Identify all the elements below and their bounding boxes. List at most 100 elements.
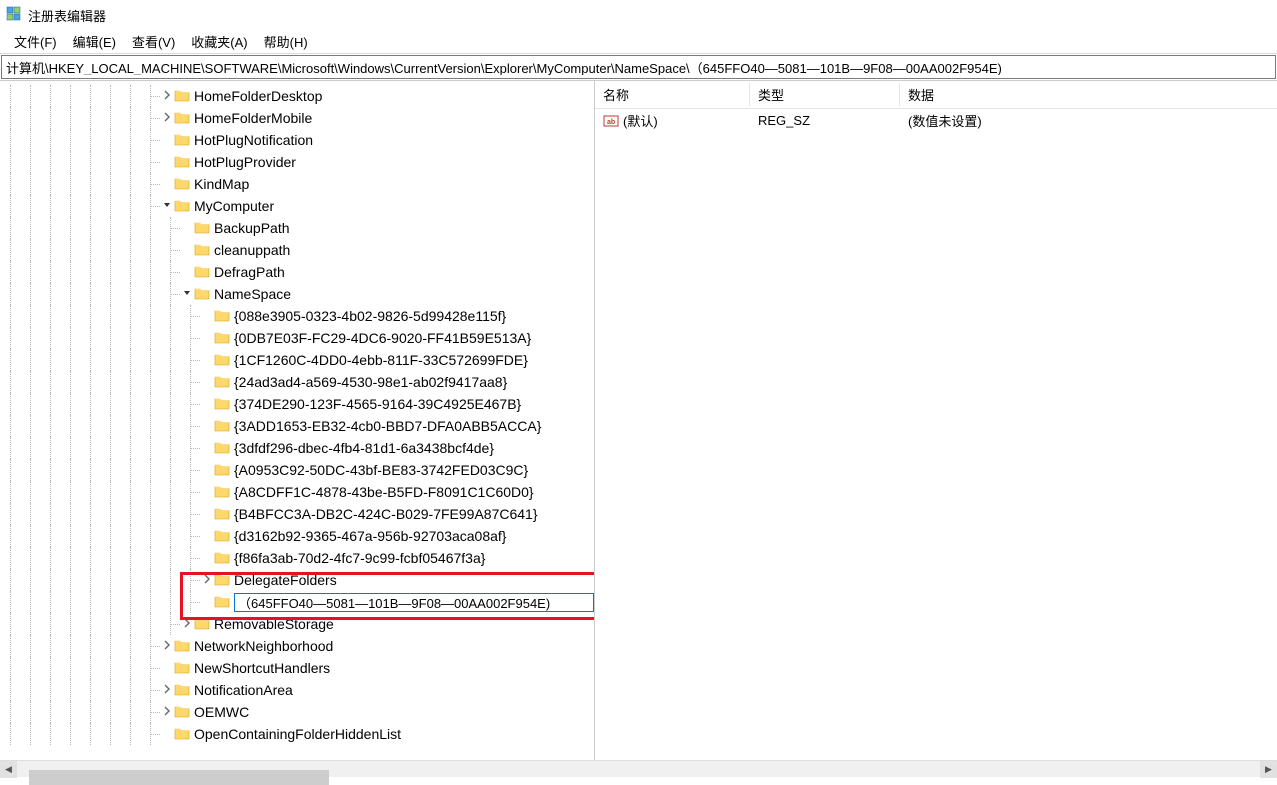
folder-icon bbox=[214, 374, 230, 390]
column-header-data[interactable]: 数据 bbox=[900, 83, 1277, 106]
tree-item-g3[interactable]: {1CF1260C-4DD0-4ebb-811F-33C572699FDE} bbox=[0, 349, 594, 371]
scroll-thumb[interactable] bbox=[29, 770, 329, 785]
tree-item-g7[interactable]: {3dfdf296-dbec-4fb4-81d1-6a3438bcf4de} bbox=[0, 437, 594, 459]
menu-help[interactable]: 帮助(H) bbox=[256, 30, 316, 53]
chevron-down-icon[interactable] bbox=[160, 200, 174, 213]
values-header: 名称 类型 数据 bbox=[595, 81, 1277, 109]
tree-item-label: {24ad3ad4-a569-4530-98e1-ab02f9417aa8} bbox=[234, 374, 507, 390]
tree-item-HotPlugNotification[interactable]: HotPlugNotification bbox=[0, 129, 594, 151]
tree-item-g1[interactable]: {088e3905-0323-4b02-9826-5d99428e115f} bbox=[0, 305, 594, 327]
chevron-right-icon[interactable] bbox=[160, 706, 174, 719]
tree-item-NetworkNeighborhood[interactable]: NetworkNeighborhood bbox=[0, 635, 594, 657]
tree-item-g5[interactable]: {374DE290-123F-4565-9164-39C4925E467B} bbox=[0, 393, 594, 415]
tree-item-label: DelegateFolders bbox=[234, 572, 337, 588]
tree-item-label: {A8CDFF1C-4878-43be-B5FD-F8091C1C60D0} bbox=[234, 484, 534, 500]
tree-item-g10[interactable]: {B4BFCC3A-DB2C-424C-B029-7FE99A87C641} bbox=[0, 503, 594, 525]
tree-item-NameSpace[interactable]: NameSpace bbox=[0, 283, 594, 305]
tree-item-OEMWC[interactable]: OEMWC bbox=[0, 701, 594, 723]
tree-item-editing[interactable] bbox=[0, 591, 594, 613]
column-header-name[interactable]: 名称 bbox=[595, 83, 750, 106]
folder-icon bbox=[174, 704, 190, 720]
tree-item-label: {374DE290-123F-4565-9164-39C4925E467B} bbox=[234, 396, 521, 412]
folder-icon bbox=[174, 88, 190, 104]
folder-icon bbox=[194, 286, 210, 302]
tree-item-label: HotPlugNotification bbox=[194, 132, 313, 148]
column-header-type[interactable]: 类型 bbox=[750, 83, 900, 106]
chevron-down-icon[interactable] bbox=[180, 288, 194, 301]
tree-item-label: HomeFolderMobile bbox=[194, 110, 312, 126]
folder-icon bbox=[194, 264, 210, 280]
content-area: HomeFolderDesktop HomeFolderMobile HotPlug… bbox=[0, 80, 1277, 760]
tree-item-label: cleanuppath bbox=[214, 242, 290, 258]
tree-item-label: {f86fa3ab-70d2-4fc7-9c99-fcbf05467f3a} bbox=[234, 550, 485, 566]
folder-icon bbox=[174, 682, 190, 698]
chevron-right-icon[interactable] bbox=[160, 640, 174, 653]
tree-item-g9[interactable]: {A8CDFF1C-4878-43be-B5FD-F8091C1C60D0} bbox=[0, 481, 594, 503]
horizontal-scrollbar[interactable]: ◀ ▶ bbox=[0, 760, 1277, 777]
address-bar[interactable] bbox=[1, 55, 1276, 79]
folder-icon bbox=[214, 440, 230, 456]
tree-item-label: {B4BFCC3A-DB2C-424C-B029-7FE99A87C641} bbox=[234, 506, 538, 522]
tree-item-label: DefragPath bbox=[214, 264, 285, 280]
svg-text:ab: ab bbox=[607, 119, 615, 126]
tree-item-BackupPath[interactable]: BackupPath bbox=[0, 217, 594, 239]
folder-icon bbox=[194, 616, 210, 632]
address-input[interactable] bbox=[2, 60, 1275, 75]
chevron-right-icon[interactable] bbox=[180, 618, 194, 631]
folder-icon bbox=[214, 352, 230, 368]
folder-icon bbox=[214, 528, 230, 544]
folder-icon bbox=[214, 308, 230, 324]
tree-item-label: OpenContainingFolderHiddenList bbox=[194, 726, 401, 742]
tree-item-HotPlugProvider[interactable]: HotPlugProvider bbox=[0, 151, 594, 173]
tree-item-g6[interactable]: {3ADD1653-EB32-4cb0-BBD7-DFA0ABB5ACCA} bbox=[0, 415, 594, 437]
tree-item-g4[interactable]: {24ad3ad4-a569-4530-98e1-ab02f9417aa8} bbox=[0, 371, 594, 393]
tree-item-label: HotPlugProvider bbox=[194, 154, 296, 170]
value-row[interactable]: ab (默认) REG_SZ (数值未设置) bbox=[595, 109, 1277, 132]
tree-rename-input[interactable] bbox=[234, 593, 594, 612]
menu-edit[interactable]: 编辑(E) bbox=[65, 30, 124, 53]
tree-item-label: HomeFolderDesktop bbox=[194, 88, 322, 104]
folder-icon bbox=[214, 550, 230, 566]
tree-item-DelegateFolders[interactable]: DelegateFolders bbox=[0, 569, 594, 591]
tree-item-label: NetworkNeighborhood bbox=[194, 638, 333, 654]
folder-icon bbox=[214, 594, 230, 610]
value-name: (默认) bbox=[623, 111, 658, 130]
chevron-right-icon[interactable] bbox=[160, 90, 174, 103]
tree-item-MyComputer[interactable]: MyComputer bbox=[0, 195, 594, 217]
tree-item-KindMap[interactable]: KindMap bbox=[0, 173, 594, 195]
folder-icon bbox=[174, 660, 190, 676]
app-icon bbox=[6, 6, 22, 25]
tree-item-g12[interactable]: {f86fa3ab-70d2-4fc7-9c99-fcbf05467f3a} bbox=[0, 547, 594, 569]
tree-item-DefragPath[interactable]: DefragPath bbox=[0, 261, 594, 283]
tree-item-g2[interactable]: {0DB7E03F-FC29-4DC6-9020-FF41B59E513A} bbox=[0, 327, 594, 349]
tree-pane[interactable]: HomeFolderDesktop HomeFolderMobile HotPlug… bbox=[0, 81, 595, 760]
folder-icon bbox=[174, 154, 190, 170]
tree-item-label: {088e3905-0323-4b02-9826-5d99428e115f} bbox=[234, 308, 506, 324]
chevron-right-icon[interactable] bbox=[160, 684, 174, 697]
scroll-right-arrow[interactable]: ▶ bbox=[1260, 761, 1277, 778]
tree-item-g8[interactable]: {A0953C92-50DC-43bf-BE83-3742FED03C9C} bbox=[0, 459, 594, 481]
menu-file[interactable]: 文件(F) bbox=[6, 30, 65, 53]
tree-item-cleanuppath[interactable]: cleanuppath bbox=[0, 239, 594, 261]
tree-item-NotificationArea[interactable]: NotificationArea bbox=[0, 679, 594, 701]
scroll-left-arrow[interactable]: ◀ bbox=[0, 761, 17, 778]
folder-icon bbox=[194, 242, 210, 258]
folder-icon bbox=[174, 638, 190, 654]
menu-favorites[interactable]: 收藏夹(A) bbox=[183, 30, 255, 53]
values-pane: 名称 类型 数据 ab (默认) REG_SZ (数值未设置) bbox=[595, 81, 1277, 760]
tree-item-HomeFolderMobile[interactable]: HomeFolderMobile bbox=[0, 107, 594, 129]
tree-item-label: MyComputer bbox=[194, 198, 274, 214]
chevron-right-icon[interactable] bbox=[200, 574, 214, 587]
tree-item-HomeFolderDesktop[interactable]: HomeFolderDesktop bbox=[0, 85, 594, 107]
folder-icon bbox=[214, 462, 230, 478]
menu-view[interactable]: 查看(V) bbox=[124, 30, 183, 53]
menu-bar: 文件(F) 编辑(E) 查看(V) 收藏夹(A) 帮助(H) bbox=[0, 30, 1277, 54]
tree-item-label: KindMap bbox=[194, 176, 249, 192]
chevron-right-icon[interactable] bbox=[160, 112, 174, 125]
tree-item-RemovableStorage[interactable]: RemovableStorage bbox=[0, 613, 594, 635]
tree-item-NewShortcutHandlers[interactable]: NewShortcutHandlers bbox=[0, 657, 594, 679]
title-bar: 注册表编辑器 bbox=[0, 0, 1277, 30]
tree-item-g11[interactable]: {d3162b92-9365-467a-956b-92703aca08af} bbox=[0, 525, 594, 547]
tree-item-OpenContainingFolderHiddenList[interactable]: OpenContainingFolderHiddenList bbox=[0, 723, 594, 745]
tree-item-label: {1CF1260C-4DD0-4ebb-811F-33C572699FDE} bbox=[234, 352, 528, 368]
